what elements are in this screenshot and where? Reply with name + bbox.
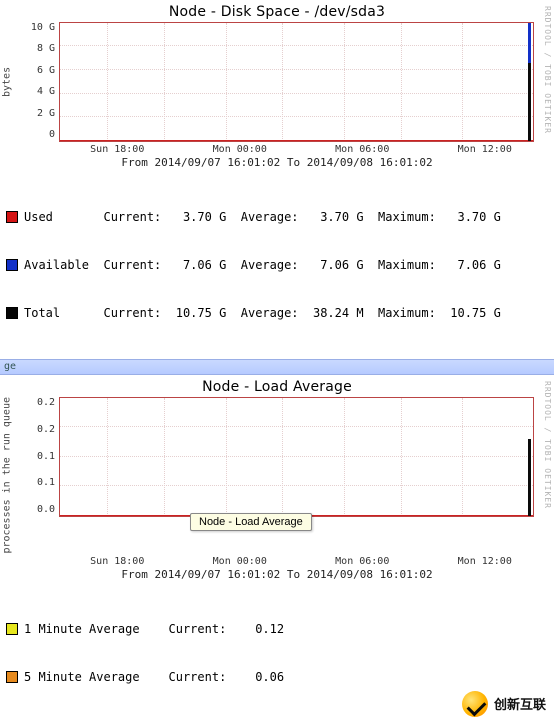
watermark-logo: 创新互联 [458, 689, 550, 719]
time-range-load: From 2014/09/07 16:01:02 To 2014/09/08 1… [0, 567, 554, 581]
x-ticks-load: Sun 18:00 Mon 00:00 Mon 06:00 Mon 12:00 [56, 554, 546, 567]
disk-space-panel: Node - Disk Space - /dev/sda3 RRDTOOL / … [0, 0, 554, 359]
disk-space-plot [59, 22, 534, 142]
x-ticks-disk: Sun 18:00 Mon 00:00 Mon 06:00 Mon 12:00 [56, 142, 546, 155]
y-ticks-load: 0.2 0.2 0.1 0.1 0.0 [15, 397, 59, 515]
xtick: Mon 00:00 [213, 144, 267, 155]
legend-text: Used Current: 3.70 G Average: 3.70 G Max… [24, 209, 501, 225]
swatch-available [6, 259, 18, 271]
legend-text: 1 Minute Average Current: 0.12 [24, 621, 284, 637]
swatch-used [6, 211, 18, 223]
ytick: 0.1 [15, 477, 55, 488]
load-bar [528, 439, 531, 516]
available-bar [528, 23, 531, 63]
time-range-disk: From 2014/09/07 16:01:02 To 2014/09/08 1… [0, 155, 554, 169]
legend-disk: Used Current: 3.70 G Average: 3.70 G Max… [0, 169, 554, 355]
ytick: 10 G [15, 22, 55, 33]
ytick: 0.2 [15, 424, 55, 435]
xtick: Mon 06:00 [335, 144, 389, 155]
y-ticks-disk: 10 G 8 G 6 G 4 G 2 G 0 [15, 22, 59, 140]
x-axis-arrow-icon [533, 137, 534, 142]
swatch-1min [6, 623, 18, 635]
chart-title-disk: Node - Disk Space - /dev/sda3 [0, 0, 554, 22]
xtick: Mon 12:00 [458, 144, 512, 155]
legend-text: Available Current: 7.06 G Average: 7.06 … [24, 257, 501, 273]
legend-text: 5 Minute Average Current: 0.06 [24, 669, 284, 685]
xtick: Mon 00:00 [213, 556, 267, 567]
load-average-panel: Node - Load Average RRDTOOL / TOBI OETIK… [0, 375, 554, 723]
y-axis-arrow-icon [59, 397, 64, 398]
ytick: 0.0 [15, 504, 55, 515]
ytick: 0 [15, 129, 55, 140]
legend-text: Total Current: 10.75 G Average: 38.24 M … [24, 305, 501, 321]
baseline [60, 140, 533, 141]
swatch-5min [6, 671, 18, 683]
xtick: Mon 06:00 [335, 556, 389, 567]
x-axis-arrow-icon [533, 512, 534, 517]
legend-row-5min: 5 Minute Average Current: 0.06 [6, 669, 552, 685]
legend-row-total: Total Current: 10.75 G Average: 38.24 M … [6, 305, 552, 321]
y-axis-label-load: processes in the run queue [0, 397, 15, 554]
hover-tooltip: Node - Load Average [190, 513, 312, 531]
ytick: 6 G [15, 65, 55, 76]
section-bar[interactable]: ge [0, 359, 554, 375]
ytick: 4 G [15, 86, 55, 97]
ytick: 2 G [15, 108, 55, 119]
ytick: 0.2 [15, 397, 55, 408]
y-axis-arrow-icon [59, 22, 64, 23]
legend-row-used: Used Current: 3.70 G Average: 3.70 G Max… [6, 209, 552, 225]
legend-row-available: Available Current: 7.06 G Average: 7.06 … [6, 257, 552, 273]
swatch-total [6, 307, 18, 319]
xtick: Sun 18:00 [90, 556, 144, 567]
ytick: 0.1 [15, 451, 55, 462]
ytick: 8 G [15, 43, 55, 54]
load-average-plot [59, 397, 534, 517]
xtick: Mon 12:00 [458, 556, 512, 567]
xtick: Sun 18:00 [90, 144, 144, 155]
watermark-icon [462, 691, 488, 717]
y-axis-label-disk: bytes [0, 22, 15, 142]
chart-title-load: Node - Load Average [0, 375, 554, 397]
watermark-text: 创新互联 [494, 694, 546, 713]
legend-row-1min: 1 Minute Average Current: 0.12 [6, 621, 552, 637]
